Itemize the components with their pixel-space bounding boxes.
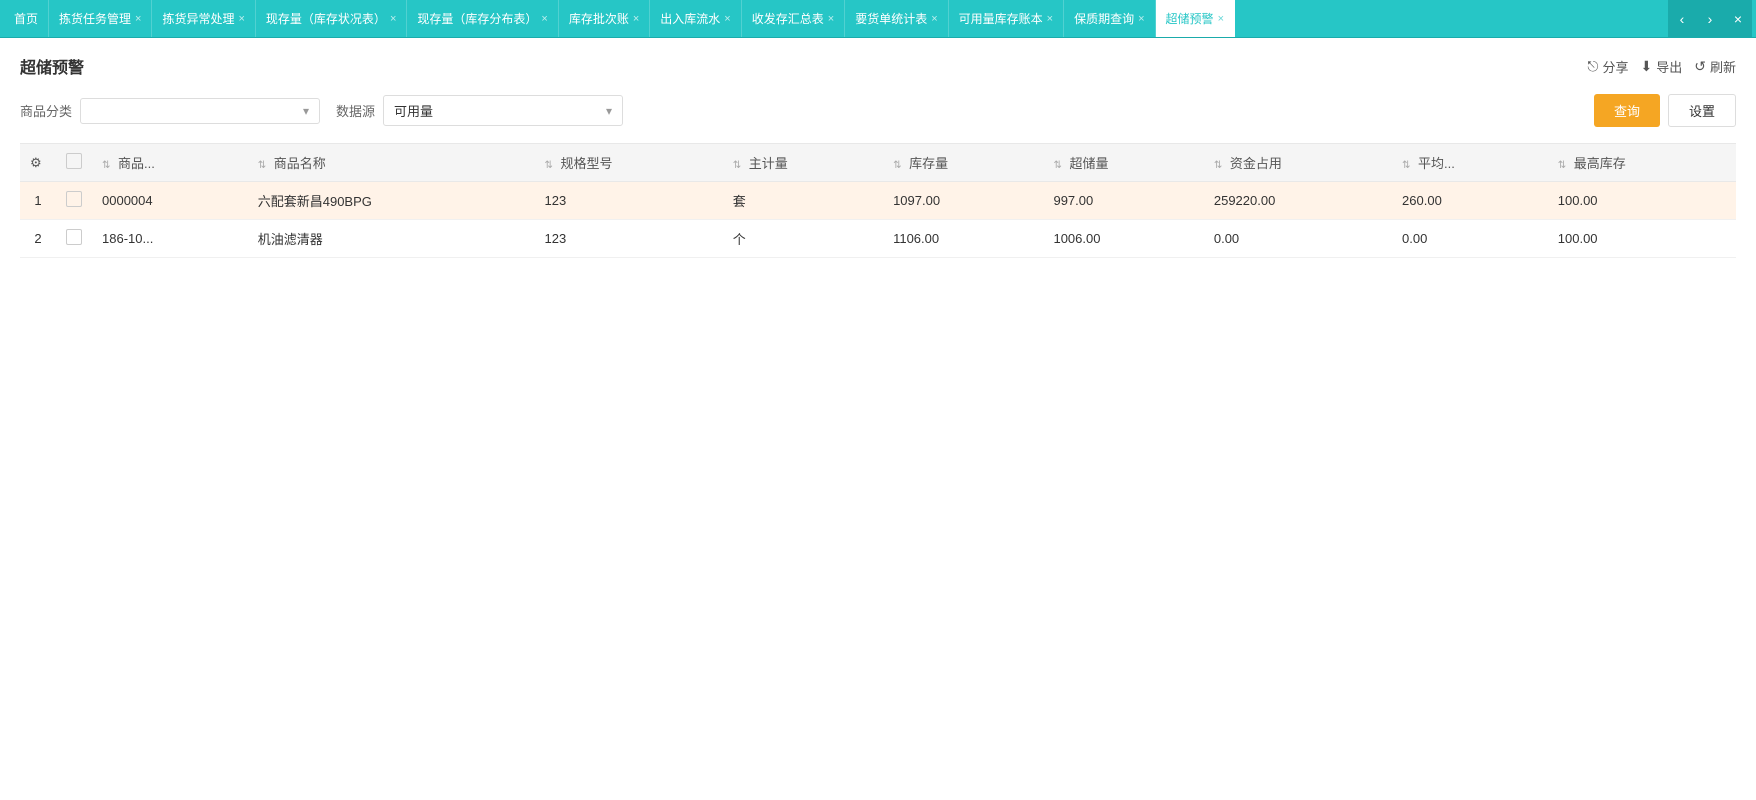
nav-tab-home[interactable]: 首页: [4, 0, 49, 38]
nav-tab-pick-exception[interactable]: 拣货异常处理 ×: [152, 0, 255, 38]
nav-tab-overstock[interactable]: 超储预警 ×: [1156, 0, 1235, 38]
table-row: 1 0000004 六配套新昌490BPG 123 套 1097.00 997.…: [20, 182, 1736, 220]
refresh-button[interactable]: ↺ 刷新: [1694, 57, 1736, 76]
column-unit[interactable]: ⇅ 主计量: [723, 144, 883, 182]
overstock-cell: 1006.00: [1043, 220, 1203, 258]
row-checkbox-cell[interactable]: [56, 182, 92, 220]
filter-row: 商品分类 ▾ 数据源 可用量 ▾ 查询 设置: [20, 94, 1736, 127]
nav-tab-available[interactable]: 可用量库存账本 ×: [949, 0, 1064, 38]
sort-icon: ⇅: [258, 160, 266, 171]
column-gear[interactable]: ⚙: [20, 144, 56, 182]
product-name-cell: 机油滤清器: [248, 220, 535, 258]
share-button[interactable]: ⎋ 分享: [1587, 57, 1628, 76]
row-index: 2: [20, 220, 56, 258]
close-icon[interactable]: ×: [828, 13, 834, 25]
product-category-select[interactable]: ▾: [80, 98, 320, 124]
sort-icon: ⇅: [1214, 160, 1222, 171]
data-source-filter: 数据源 可用量 ▾: [336, 95, 623, 126]
close-icon[interactable]: ×: [390, 13, 396, 25]
chevron-down-icon: ▾: [303, 104, 309, 118]
overstock-cell: 997.00: [1043, 182, 1203, 220]
stock-cell: 1097.00: [883, 182, 1043, 220]
spec-cell: 123: [535, 182, 723, 220]
settings-button[interactable]: 设置: [1668, 94, 1736, 127]
nav-tab-stock-dist[interactable]: 现存量（库存分布表） ×: [407, 0, 558, 38]
close-icon[interactable]: ×: [931, 13, 937, 25]
table-header-row: ⚙ ⇅ 商品... ⇅ 商品名称 ⇅ 规格型号 ⇅ 主计: [20, 144, 1736, 182]
top-nav: 首页 拣货任务管理 × 拣货异常处理 × 现存量（库存状况表） × 现存量（库存…: [0, 0, 1756, 38]
page-title: 超储预警: [20, 54, 84, 78]
nav-arrows: ‹ › ×: [1668, 0, 1752, 38]
capital-cell: 0.00: [1204, 220, 1392, 258]
nav-close-all-button[interactable]: ×: [1724, 0, 1752, 38]
row-checkbox-cell[interactable]: [56, 220, 92, 258]
close-icon[interactable]: ×: [238, 13, 244, 25]
column-overstock[interactable]: ⇅ 超储量: [1043, 144, 1203, 182]
header-actions: ⎋ 分享 ⬇ 导出 ↺ 刷新: [1587, 57, 1736, 76]
data-source-select[interactable]: 可用量 ▾: [383, 95, 623, 126]
share-icon: ⎋: [1587, 58, 1598, 75]
row-index: 1: [20, 182, 56, 220]
sort-icon: ⇅: [1402, 160, 1410, 171]
product-name-cell: 六配套新昌490BPG: [248, 182, 535, 220]
nav-tab-inout-flow[interactable]: 出入库流水 ×: [650, 0, 741, 38]
close-icon[interactable]: ×: [1047, 13, 1053, 25]
column-product-code[interactable]: ⇅ 商品...: [92, 144, 248, 182]
close-icon[interactable]: ×: [633, 13, 639, 25]
column-product-name[interactable]: ⇅ 商品名称: [248, 144, 535, 182]
column-checkbox: [56, 144, 92, 182]
column-stock[interactable]: ⇅ 库存量: [883, 144, 1043, 182]
stock-cell: 1106.00: [883, 220, 1043, 258]
column-capital[interactable]: ⇅ 资金占用: [1204, 144, 1392, 182]
column-spec[interactable]: ⇅ 规格型号: [535, 144, 723, 182]
nav-prev-button[interactable]: ‹: [1668, 0, 1696, 38]
unit-cell: 个: [723, 220, 883, 258]
nav-tab-expiry[interactable]: 保质期查询 ×: [1064, 0, 1155, 38]
unit-cell: 套: [723, 182, 883, 220]
sort-icon: ⇅: [1053, 160, 1061, 171]
nav-tab-stock-status[interactable]: 现存量（库存状况表） ×: [256, 0, 407, 38]
row-checkbox[interactable]: [66, 229, 82, 245]
nav-next-button[interactable]: ›: [1696, 0, 1724, 38]
refresh-icon: ↺: [1694, 58, 1706, 75]
close-icon[interactable]: ×: [724, 13, 730, 25]
nav-tab-pick-task[interactable]: 拣货任务管理 ×: [49, 0, 152, 38]
query-button[interactable]: 查询: [1594, 94, 1660, 127]
select-all-checkbox[interactable]: [66, 153, 82, 169]
nav-tab-summary[interactable]: 收发存汇总表 ×: [742, 0, 845, 38]
page-header: 超储预警 ⎋ 分享 ⬇ 导出 ↺ 刷新: [20, 54, 1736, 78]
nav-tab-batch[interactable]: 库存批次账 ×: [559, 0, 650, 38]
close-icon[interactable]: ×: [135, 13, 141, 25]
sort-icon: ⇅: [893, 160, 901, 171]
page-content: 超储预警 ⎋ 分享 ⬇ 导出 ↺ 刷新 商品分类 ▾ 数据源: [0, 38, 1756, 800]
column-avg[interactable]: ⇅ 平均...: [1392, 144, 1548, 182]
chevron-down-icon: ▾: [606, 104, 612, 118]
avg-cell: 260.00: [1392, 182, 1548, 220]
capital-cell: 259220.00: [1204, 182, 1392, 220]
product-category-filter: 商品分类 ▾: [20, 98, 320, 124]
export-button[interactable]: ⬇ 导出: [1641, 57, 1683, 76]
data-source-label: 数据源: [336, 101, 375, 120]
column-max-stock[interactable]: ⇅ 最高库存: [1548, 144, 1736, 182]
close-icon[interactable]: ×: [1218, 13, 1224, 25]
row-checkbox[interactable]: [66, 191, 82, 207]
product-code-cell: 186-10...: [92, 220, 248, 258]
data-source-value: 可用量: [394, 101, 433, 120]
sort-icon: ⇅: [545, 160, 553, 171]
close-icon[interactable]: ×: [1138, 13, 1144, 25]
data-table: ⚙ ⇅ 商品... ⇅ 商品名称 ⇅ 规格型号 ⇅ 主计: [20, 143, 1736, 258]
product-code-cell: 0000004: [92, 182, 248, 220]
spec-cell: 123: [535, 220, 723, 258]
avg-cell: 0.00: [1392, 220, 1548, 258]
max-stock-cell: 100.00: [1548, 182, 1736, 220]
product-category-label: 商品分类: [20, 101, 72, 120]
sort-icon: ⇅: [102, 160, 110, 171]
export-icon: ⬇: [1641, 58, 1653, 75]
sort-icon: ⇅: [733, 160, 741, 171]
close-icon[interactable]: ×: [541, 13, 547, 25]
sort-icon: ⇅: [1558, 160, 1566, 171]
table-row: 2 186-10... 机油滤清器 123 个 1106.00 1006.00 …: [20, 220, 1736, 258]
nav-tab-order-stats[interactable]: 要货单统计表 ×: [845, 0, 948, 38]
max-stock-cell: 100.00: [1548, 220, 1736, 258]
